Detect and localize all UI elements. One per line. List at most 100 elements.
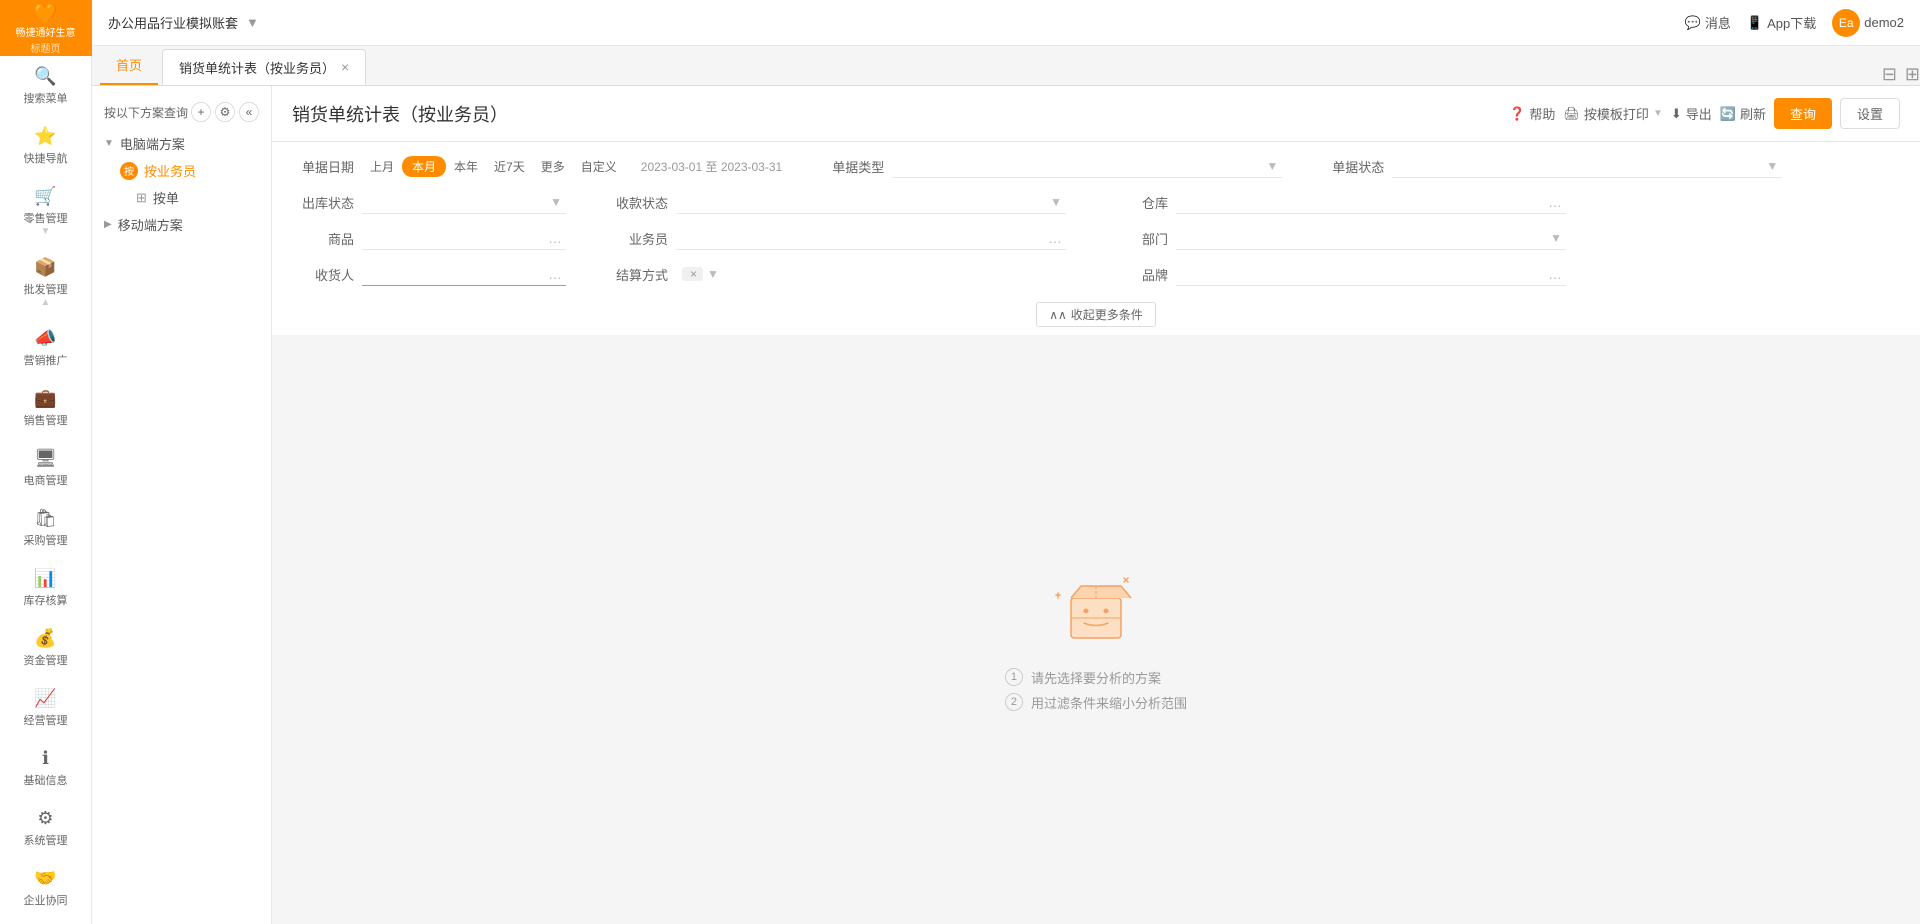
doc-type-wrap: ▼	[892, 154, 1282, 178]
sidebar-label-operations: 经营管理	[24, 712, 68, 728]
collapse-panel-btn[interactable]: «	[239, 102, 259, 122]
receiver-label: 收货人	[292, 265, 362, 284]
warehouse-label: 仓库	[1106, 193, 1176, 212]
filter-date: 单据日期 上月 本月 本年 近7天 更多 自定义 2023-03-01 至 20…	[292, 156, 782, 177]
date-tab-this-year[interactable]: 本年	[446, 156, 486, 177]
receiver-input[interactable]	[362, 262, 566, 286]
warehouse-input[interactable]	[1176, 190, 1566, 214]
collapse-conditions-btn[interactable]: ∧∧ 收起更多条件	[1036, 302, 1156, 327]
tab-close-icon[interactable]: ×	[341, 59, 349, 75]
top-header: 办公用品行业模拟账套 ▼ 💬 消息 📱 App下载 Ea demo2	[92, 0, 1920, 46]
date-tab-last-7[interactable]: 近7天	[486, 156, 533, 177]
sidebar-label-retail: 零售管理	[24, 210, 68, 226]
sidebar-label-wholesale: 批发管理	[24, 281, 68, 297]
dept-wrap: ▼	[1176, 226, 1566, 250]
doc-status-wrap: ▼	[1392, 154, 1782, 178]
step1-text: 请先选择要分析的方案	[1031, 668, 1161, 687]
doc-status-label: 单据状态	[1322, 157, 1392, 176]
date-tab-last-month[interactable]: 上月	[362, 156, 402, 177]
app-download-btn[interactable]: 📱 App下载	[1747, 13, 1816, 32]
doc-type-input[interactable]	[892, 154, 1282, 178]
settings-scheme-btn[interactable]: ⚙	[215, 102, 235, 122]
print-dropdown-icon: ▼	[1653, 108, 1663, 119]
step1-num: 1	[1005, 668, 1023, 686]
sidebar-item-search[interactable]: 🔍 搜索菜单	[0, 56, 91, 116]
dept-input[interactable]	[1176, 226, 1566, 250]
salesman-input[interactable]	[676, 226, 1066, 250]
refresh-label: 刷新	[1740, 104, 1766, 123]
collapse-btn-row: ∧∧ 收起更多条件	[292, 298, 1900, 335]
settle-clear-btn[interactable]: ×	[690, 267, 697, 281]
window-maximize-btn[interactable]: ⊞	[1905, 64, 1920, 85]
sidebar-item-sales[interactable]: 💼 销售管理	[0, 378, 91, 438]
marketing-icon: 📣	[34, 328, 56, 349]
filter-area: 单据日期 上月 本月 本年 近7天 更多 自定义 2023-03-01 至 20…	[272, 142, 1920, 335]
sidebar-item-wholesale[interactable]: 📦 批发管理 ▲	[0, 247, 91, 318]
expand-mobile-icon: ▶	[104, 219, 112, 230]
salesman-label: 业务员	[606, 229, 676, 248]
print-btn[interactable]: 🖨 按模板打印 ▼	[1563, 104, 1662, 123]
add-scheme-btn[interactable]: +	[191, 102, 211, 122]
goods-input[interactable]	[362, 226, 566, 250]
help-label: 帮助	[1529, 104, 1555, 123]
stock-status-input[interactable]	[362, 190, 566, 214]
sidebar-item-marketing[interactable]: 📣 营销推广	[0, 318, 91, 378]
sidebar-item-new-guide[interactable]: 🔰 新手引导	[0, 918, 91, 924]
tree-sub-sub-item-by-order[interactable]: ⊞ 按单	[92, 184, 271, 211]
sidebar-item-operations[interactable]: 📈 经营管理	[0, 678, 91, 738]
dept-label: 部门	[1106, 229, 1176, 248]
page-header: 销货单统计表（按业务员） ❓ 帮助 🖨 按模板打印 ▼	[272, 86, 1920, 142]
sidebar-item-basic-info[interactable]: ℹ 基础信息	[0, 738, 91, 798]
tree-item-mobile[interactable]: ▶ 移动端方案	[92, 211, 271, 238]
filter-dept: 部门 ▼	[1106, 226, 1566, 250]
sidebar-item-quick-nav[interactable]: ⭐ 快捷导航	[0, 116, 91, 176]
settle-wrap: × ▼	[676, 267, 1066, 281]
scheme-avatar: 按	[120, 162, 138, 180]
user-menu[interactable]: Ea demo2	[1832, 9, 1904, 37]
tab-sales-stats[interactable]: 销货单统计表（按业务员） ×	[162, 49, 366, 85]
help-btn[interactable]: ❓ 帮助	[1509, 104, 1555, 123]
empty-steps: 1 请先选择要分析的方案 2 用过滤条件来缩小分析范围	[1005, 668, 1187, 712]
sidebar-item-enterprise[interactable]: 🤝 企业协同	[0, 858, 91, 918]
workspace-title: 办公用品行业模拟账套	[108, 13, 238, 32]
filter-salesman: 业务员 …	[606, 226, 1066, 250]
pay-status-input[interactable]	[676, 190, 1066, 214]
tree-sub-item-by-salesman[interactable]: 按 按业务员	[92, 157, 271, 184]
date-tab-custom[interactable]: 自定义	[573, 156, 625, 177]
settings-btn[interactable]: 设置	[1840, 98, 1900, 129]
date-tab-more[interactable]: 更多	[533, 156, 573, 177]
tree-item-desktop[interactable]: ▼ 电脑端方案	[92, 130, 271, 157]
warehouse-wrap: …	[1176, 190, 1566, 214]
workspace-dropdown-icon[interactable]: ▼	[246, 15, 259, 30]
sidebar-item-inventory[interactable]: 📊 库存核算	[0, 558, 91, 618]
query-btn[interactable]: 查询	[1774, 98, 1832, 129]
refresh-btn[interactable]: 🔄 刷新	[1720, 104, 1766, 123]
tab-home[interactable]: 首页	[100, 45, 158, 85]
brand-label: 品牌	[1106, 265, 1176, 284]
sidebar-label-finance: 资金管理	[24, 652, 68, 668]
tab-bar: 首页 销货单统计表（按业务员） × ⊟ ⊞	[92, 46, 1920, 86]
sidebar-item-finance[interactable]: 💰 资金管理	[0, 618, 91, 678]
sidebar-item-purchase[interactable]: 🛍 采购管理	[0, 498, 91, 558]
step2-text: 用过滤条件来缩小分析范围	[1031, 693, 1187, 712]
filter-warehouse: 仓库 …	[1106, 190, 1566, 214]
filter-row-4: 收货人 … 结算方式	[292, 262, 1900, 286]
export-btn[interactable]: ⬇ 导出	[1671, 104, 1712, 123]
sidebar-item-ecommerce[interactable]: 🖥 电商管理	[0, 438, 91, 498]
date-tab-this-month[interactable]: 本月	[402, 156, 446, 177]
doc-status-input[interactable]	[1392, 154, 1782, 178]
sidebar-label-basic-info: 基础信息	[24, 772, 68, 788]
empty-illustration	[1046, 548, 1146, 648]
sidebar-label-search: 搜索菜单	[24, 90, 68, 106]
brand-input[interactable]	[1176, 262, 1566, 286]
filter-settle: 结算方式 × ▼	[606, 265, 1066, 284]
message-btn[interactable]: 💬 消息	[1685, 13, 1731, 32]
tab-sales-stats-label: 销货单统计表（按业务员）	[179, 58, 335, 77]
doc-type-label: 单据类型	[822, 157, 892, 176]
main-area: 办公用品行业模拟账套 ▼ 💬 消息 📱 App下载 Ea demo2	[92, 0, 1920, 924]
window-minimize-btn[interactable]: ⊟	[1882, 64, 1897, 85]
sidebar-item-system[interactable]: ⚙ 系统管理	[0, 798, 91, 858]
sidebar-item-retail[interactable]: 🛒 零售管理 ▼	[0, 176, 91, 247]
sidebar-label-system: 系统管理	[24, 832, 68, 848]
app-logo[interactable]: 🧡 畅捷通好生意 标题页	[0, 0, 92, 56]
